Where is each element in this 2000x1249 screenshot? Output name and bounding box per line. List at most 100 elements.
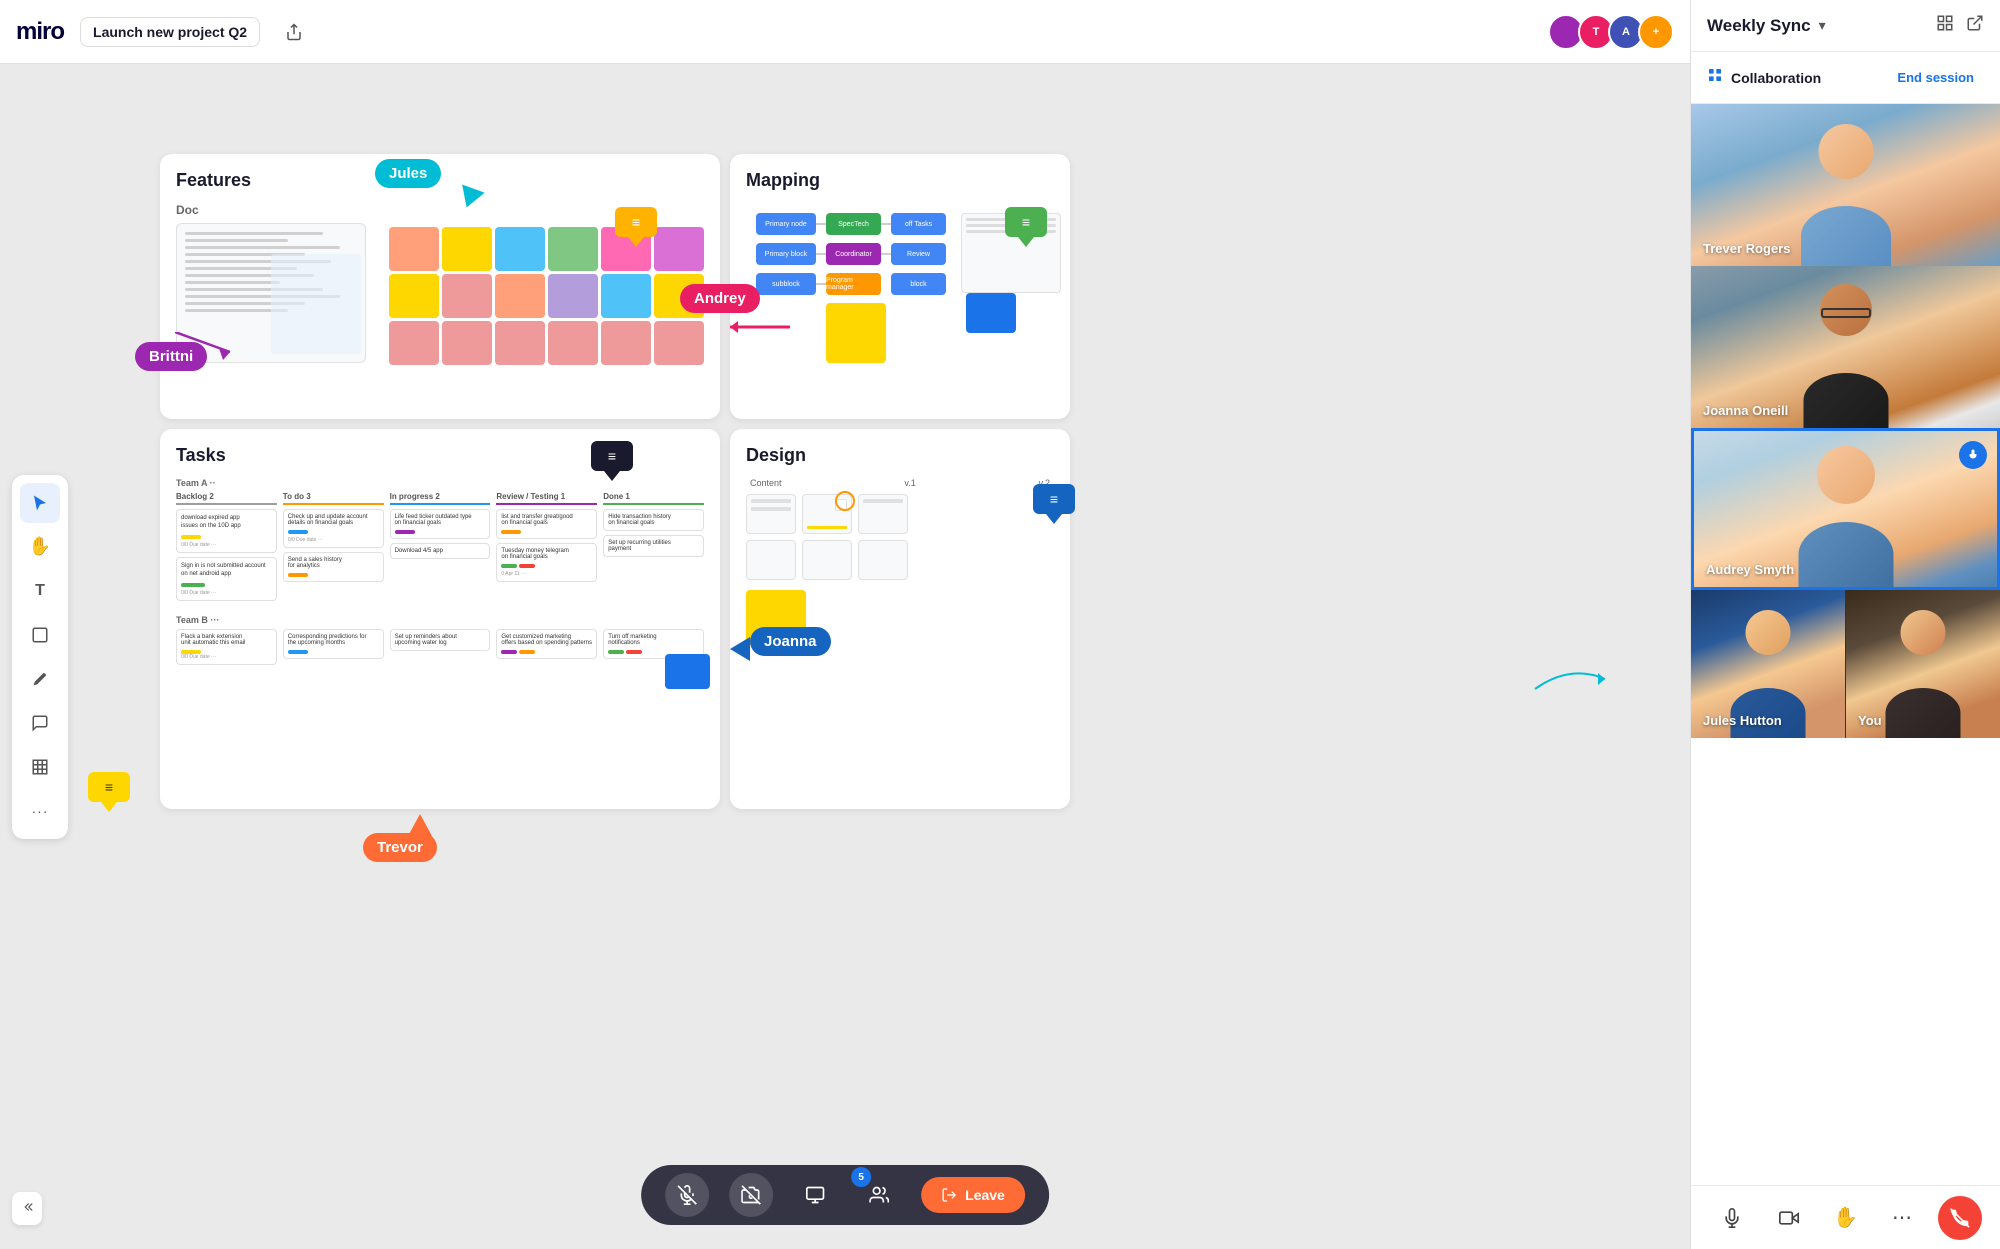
doc-label: Doc (176, 203, 373, 217)
ctrl-end-call-button[interactable] (1938, 1196, 1982, 1240)
map-node: SpecTech (826, 213, 881, 235)
mapping-title: Mapping (746, 170, 1054, 191)
sticky-note (548, 227, 598, 271)
header: miro Launch new project Q2 T A + (0, 0, 1690, 64)
panel-controls: ✋ ⋯ (1691, 1185, 2000, 1249)
ctrl-mic-button[interactable] (1710, 1196, 1754, 1240)
sticky-note (389, 321, 439, 365)
kanban-col-review: Review / Testing 1 list and transfer gre… (496, 492, 597, 605)
leave-button[interactable]: Leave (921, 1177, 1025, 1213)
video-name-audrey: Audrey Smyth (1706, 562, 1794, 577)
design-title: Design (746, 445, 1054, 466)
panel-header: Weekly Sync ▾ (1691, 0, 2000, 52)
kanban-col-todo: To do 3 Check up and update accountdetai… (283, 492, 384, 605)
avatar-3: + (1638, 14, 1674, 50)
kanban-card: Flack a bank extensionunit automatic thi… (176, 629, 277, 665)
ctrl-hand-button[interactable]: ✋ (1824, 1196, 1868, 1240)
pen-tool[interactable] (20, 659, 60, 699)
comment-tool[interactable] (20, 703, 60, 743)
frame-tool[interactable] (20, 747, 60, 787)
sticky-note (495, 227, 545, 271)
session-dropdown[interactable]: ▾ (1819, 17, 1826, 34)
design-section: Design Content v.1 v.2 (730, 429, 1070, 809)
kanban-card: Check up and update accountdetails on fi… (283, 509, 384, 548)
text-tool[interactable]: T (20, 571, 60, 611)
ctrl-more-button[interactable]: ⋯ (1881, 1196, 1925, 1240)
project-title[interactable]: Launch new project Q2 (80, 17, 260, 47)
sticky-tool[interactable] (20, 615, 60, 655)
participant-badge-andrey: Andrey (680, 284, 760, 313)
board-canvas[interactable]: ✋ T ··· Features (0, 64, 1690, 1249)
panel-header-icons (1936, 14, 1984, 37)
kanban-card: Get customized marketingoffers based on … (496, 629, 597, 659)
chat-bubble-bottom-left: ≡ (88, 772, 130, 812)
participants-button-wrap: 5 (857, 1173, 901, 1217)
sticky-note (548, 321, 598, 365)
video-cell-joanna: Joanna Oneill (1691, 266, 2000, 428)
kanban-board-b: Flack a bank extensionunit automatic thi… (176, 629, 704, 669)
end-session-button[interactable]: End session (1887, 64, 1984, 91)
panel-grid-icon[interactable] (1936, 14, 1954, 37)
video-bottom-row: Jules Hutton You (1691, 590, 2000, 738)
map-node: block (891, 273, 946, 295)
design-arrow (1530, 659, 1610, 699)
joanna-cursor (730, 637, 750, 661)
select-tool[interactable] (20, 483, 60, 523)
video-name-jules: Jules Hutton (1703, 713, 1782, 728)
video-cell-audrey: Audrey Smyth (1691, 428, 2000, 590)
design-frame (746, 540, 796, 580)
video-cell-you: You (1845, 590, 2000, 738)
kanban-col-done: Done 1 Hide transaction historyon financ… (603, 492, 704, 605)
participant-badge-jules: Jules (375, 159, 441, 188)
collaboration-icon (1707, 67, 1723, 88)
kanban-card: Tuesday money telegramon financial goals… (496, 543, 597, 582)
chat-bubble-dark: ≡ (591, 441, 633, 481)
ctrl-camera-button[interactable] (1767, 1196, 1811, 1240)
canvas-area: miro Launch new project Q2 T A + (0, 0, 1690, 1249)
kanban-board: Backlog 2 download expired appissues on … (176, 492, 704, 605)
sticky-note (654, 321, 704, 365)
header-right: T A + (1548, 14, 1674, 50)
kanban-card: Set up reminders aboutupcoming water log (390, 629, 491, 651)
active-speaker-icon (1959, 441, 1987, 469)
sticky-note (389, 274, 439, 318)
trevor-cursor (408, 814, 432, 836)
session-title-row: Weekly Sync ▾ (1707, 16, 1826, 36)
miro-logo: miro (16, 18, 64, 46)
more-tools[interactable]: ··· (20, 791, 60, 831)
avatar-group: T A + (1548, 14, 1674, 50)
kanban-col-b3: Set up reminders aboutupcoming water log (390, 629, 491, 669)
video-name-trever: Trever Rogers (1703, 241, 1790, 256)
andrey-arrow (720, 312, 800, 342)
share-button[interactable] (276, 14, 312, 50)
collapse-panel-button[interactable] (12, 1192, 42, 1225)
camera-off-button[interactable] (729, 1173, 773, 1217)
session-name: Weekly Sync (1707, 16, 1811, 36)
chat-bubble-blue: ≡ (1033, 484, 1075, 524)
brittni-arrow (175, 332, 235, 362)
screen-share-button[interactable] (793, 1173, 837, 1217)
mapping-sticky-blue (966, 293, 1016, 333)
kanban-col-b1: Flack a bank extensionunit automatic thi… (176, 629, 277, 669)
map-node: Program manager (826, 273, 881, 295)
kanban-col-b2: Corresponding predictions forthe upcomin… (283, 629, 384, 669)
sticky-note (495, 274, 545, 318)
kanban-card: Life feed ticker outdated typeon financi… (390, 509, 491, 539)
kanban-card: Hide transaction historyon financial goa… (603, 509, 704, 531)
design-frame (802, 540, 852, 580)
hand-tool[interactable]: ✋ (20, 527, 60, 567)
collaboration-row: Collaboration End session (1691, 52, 2000, 104)
mic-mute-button[interactable] (665, 1173, 709, 1217)
participant-badge-joanna: Joanna (750, 627, 831, 656)
sticky-note (442, 227, 492, 271)
features-section: Features Doc (160, 154, 720, 419)
map-node: Primary node (756, 213, 816, 235)
sticky-note (548, 274, 598, 318)
design-sticky-blue (665, 654, 710, 689)
video-name-you: You (1858, 713, 1882, 728)
sticky-note (442, 274, 492, 318)
mapping-sticky (826, 303, 886, 363)
panel-external-icon[interactable] (1966, 14, 1984, 37)
kanban-col-backlog: Backlog 2 download expired appissues on … (176, 492, 277, 605)
video-cell-trever: Trever Rogers (1691, 104, 2000, 266)
